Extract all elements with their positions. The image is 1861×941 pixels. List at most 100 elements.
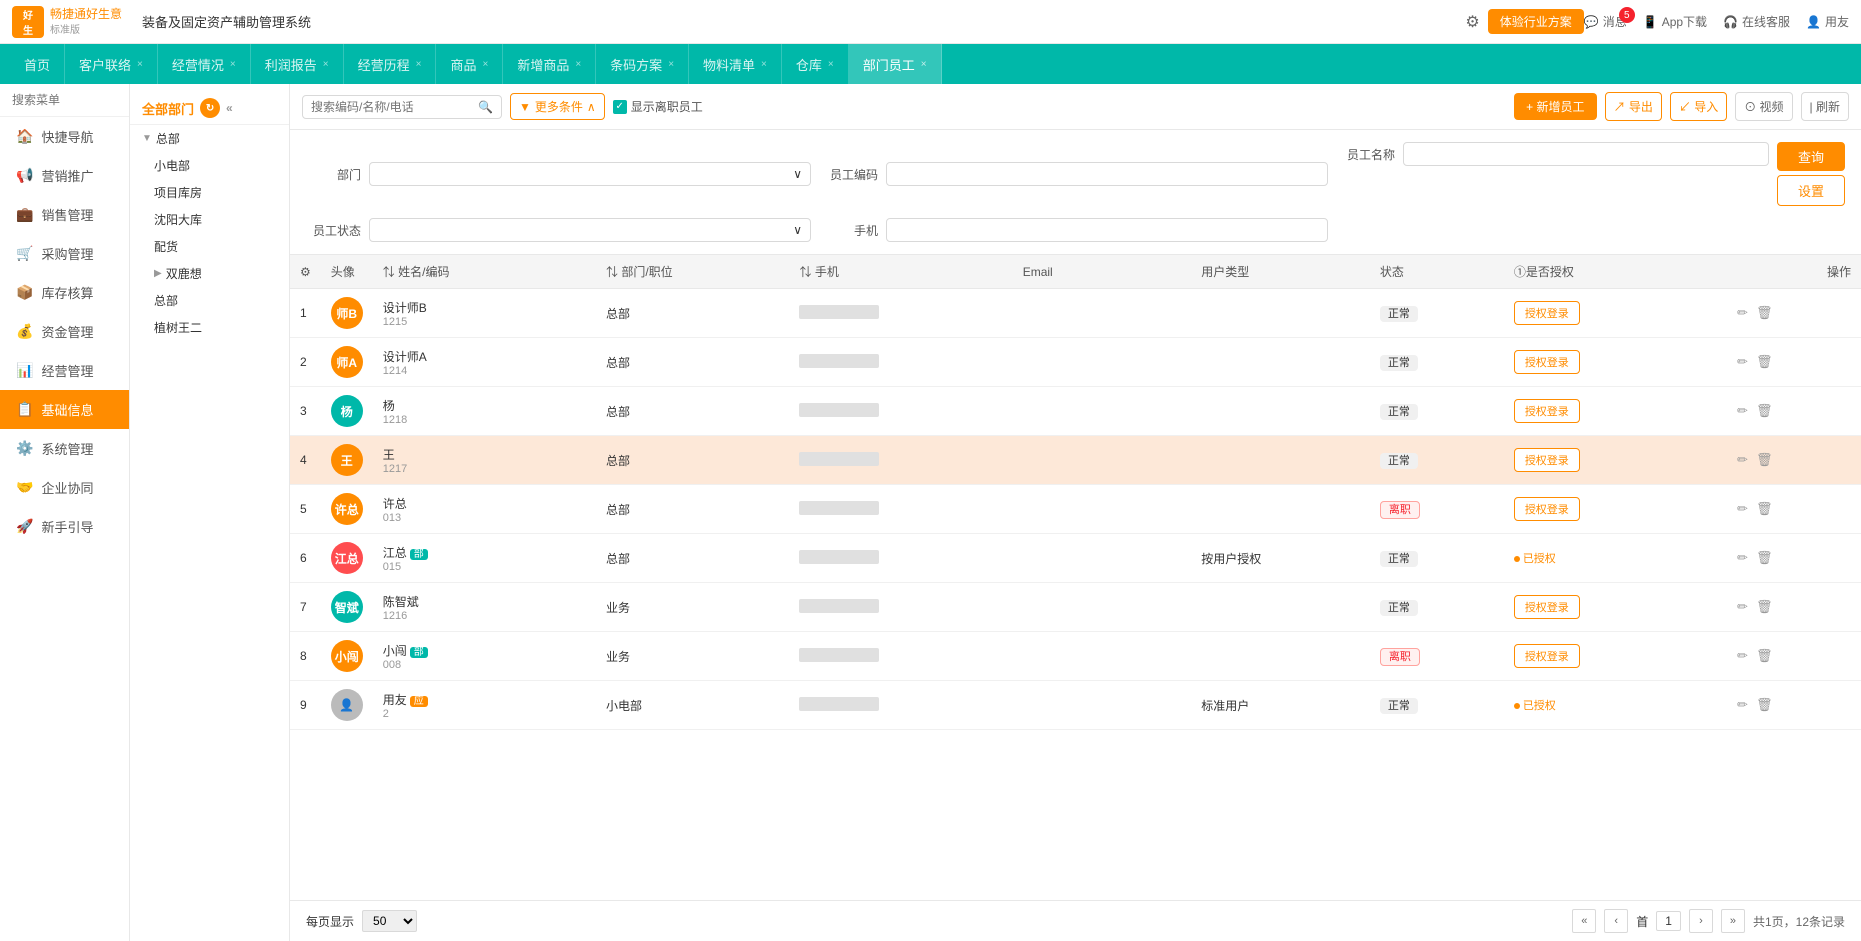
col-auth[interactable]: 授权登录 — [1504, 632, 1727, 681]
delete-icon[interactable]: 🗑 — [1756, 452, 1773, 468]
user-action[interactable]: 👤 用友 — [1806, 13, 1849, 30]
dept-node-hq[interactable]: 总部 — [130, 287, 289, 314]
close-icon[interactable]: × — [323, 59, 329, 70]
close-icon[interactable]: × — [482, 59, 488, 70]
col-auth[interactable]: 授权登录 — [1504, 387, 1727, 436]
edit-icon[interactable]: ✏ — [1737, 452, 1748, 468]
search-field[interactable]: 🔍 — [302, 95, 502, 119]
sidebar-item-system[interactable]: ⚙️ 系统管理 — [0, 429, 129, 468]
sidebar-item-purchase[interactable]: 🛒 采购管理 — [0, 234, 129, 273]
edit-icon[interactable]: ✏ — [1737, 354, 1748, 370]
close-icon[interactable]: × — [828, 59, 834, 70]
tab-goods[interactable]: 商品 × — [436, 44, 503, 84]
auth-button[interactable]: 授权登录 — [1514, 301, 1580, 325]
edit-icon[interactable]: ✏ — [1737, 648, 1748, 664]
dept-node-project[interactable]: 项目库房 — [130, 179, 289, 206]
dept-node-distribution[interactable]: 配货 — [130, 233, 289, 260]
sidebar-item-sales[interactable]: 💼 销售管理 — [0, 195, 129, 234]
dept-collapse-button[interactable]: « — [226, 101, 233, 115]
close-icon[interactable]: × — [416, 59, 422, 70]
page-next-button[interactable]: › — [1689, 909, 1713, 933]
tab-employees[interactable]: 部门员工 × — [849, 44, 942, 84]
delete-icon[interactable]: 🗑 — [1756, 599, 1773, 615]
dept-node-shuanglu[interactable]: ▶双鹿想 — [130, 260, 289, 287]
close-icon[interactable]: × — [921, 59, 927, 70]
search-input[interactable] — [311, 100, 474, 114]
trial-button[interactable]: 体验行业方案 — [1488, 9, 1584, 34]
col-name-header[interactable]: ⇅ 姓名/编码 — [373, 255, 596, 289]
dept-node-small-elec[interactable]: 小电部 — [130, 152, 289, 179]
delete-icon[interactable]: 🗑 — [1756, 501, 1773, 517]
delete-icon[interactable]: 🗑 — [1756, 648, 1773, 664]
query-button[interactable]: 查询 — [1777, 142, 1845, 171]
online-service-action[interactable]: 🎧 在线客服 — [1723, 13, 1790, 30]
edit-icon[interactable]: ✏ — [1737, 697, 1748, 713]
edit-icon[interactable]: ✏ — [1737, 599, 1748, 615]
emp-code-input[interactable] — [886, 162, 1328, 186]
dept-node-shenyang[interactable]: 沈阳大库 — [130, 206, 289, 233]
message-action[interactable]: 💬 消息 5 — [1584, 13, 1627, 30]
col-auth[interactable]: 授权登录 — [1504, 583, 1727, 632]
edit-icon[interactable]: ✏ — [1737, 501, 1748, 517]
col-auth[interactable]: 授权登录 — [1504, 338, 1727, 387]
col-auth[interactable]: 授权登录 — [1504, 436, 1727, 485]
tab-profit[interactable]: 利润报告 × — [251, 44, 344, 84]
delete-icon[interactable]: 🗑 — [1756, 354, 1773, 370]
print-button[interactable]: | 刷新 — [1801, 92, 1849, 121]
tab-home[interactable]: 首页 — [10, 44, 65, 84]
dept-refresh-button[interactable]: ↻ — [200, 98, 220, 118]
edit-icon[interactable]: ✏ — [1737, 305, 1748, 321]
dept-node-headquarter-root[interactable]: ▼总部 — [130, 125, 289, 152]
page-last-button[interactable]: » — [1721, 909, 1745, 933]
col-auth[interactable]: 授权登录 — [1504, 289, 1727, 338]
tab-barcode[interactable]: 条码方案 × — [596, 44, 689, 84]
import-button[interactable]: ↙ 导入 — [1670, 92, 1727, 121]
close-icon[interactable]: × — [137, 59, 143, 70]
sidebar-item-finance[interactable]: 💰 资金管理 — [0, 312, 129, 351]
col-auth[interactable]: 授权登录 — [1504, 485, 1727, 534]
close-icon[interactable]: × — [230, 59, 236, 70]
auth-button[interactable]: 授权登录 — [1514, 595, 1580, 619]
edit-icon[interactable]: ✏ — [1737, 403, 1748, 419]
emp-status-select[interactable]: ∨ — [369, 218, 811, 242]
gear-button[interactable]: ⚙ — [1465, 12, 1479, 32]
tab-history[interactable]: 经营历程 × — [344, 44, 437, 84]
set-button[interactable]: 设置 — [1777, 175, 1845, 206]
delete-icon[interactable]: 🗑 — [1756, 550, 1773, 566]
delete-icon[interactable]: 🗑 — [1756, 403, 1773, 419]
show-resigned-toggle[interactable]: ✓ 显示离职员工 — [613, 98, 703, 115]
page-first-button[interactable]: « — [1572, 909, 1596, 933]
close-icon[interactable]: × — [761, 59, 767, 70]
sidebar-item-inventory[interactable]: 📦 库存核算 — [0, 273, 129, 312]
sidebar-item-guide[interactable]: 🚀 新手引导 — [0, 507, 129, 546]
tab-operation[interactable]: 经营情况 × — [158, 44, 251, 84]
col-settings[interactable]: ⚙ — [290, 255, 321, 289]
emp-name-input[interactable] — [1403, 142, 1769, 166]
app-download-action[interactable]: 📱 App下载 — [1643, 13, 1707, 30]
delete-icon[interactable]: 🗑 — [1756, 697, 1773, 713]
auth-button[interactable]: 授权登录 — [1514, 497, 1580, 521]
dept-select[interactable]: ∨ — [369, 162, 811, 186]
auth-button[interactable]: 授权登录 — [1514, 350, 1580, 374]
sidebar-item-quicknav[interactable]: 🏠 快捷导航 — [0, 117, 129, 156]
auth-button[interactable]: 授权登录 — [1514, 448, 1580, 472]
sidebar-item-manage[interactable]: 📊 经营管理 — [0, 351, 129, 390]
delete-icon[interactable]: 🗑 — [1756, 305, 1773, 321]
close-icon[interactable]: × — [668, 59, 674, 70]
col-dept-header[interactable]: ⇅ 部门/职位 — [596, 255, 790, 289]
auth-button[interactable]: 授权登录 — [1514, 399, 1580, 423]
close-icon[interactable]: × — [575, 59, 581, 70]
add-employee-button[interactable]: + 新增员工 — [1514, 93, 1596, 120]
tab-customer[interactable]: 客户联络 × — [65, 44, 158, 84]
tab-bom[interactable]: 物料清单 × — [689, 44, 782, 84]
dept-node-plant[interactable]: 植树王二 — [130, 314, 289, 341]
tab-warehouse[interactable]: 仓库 × — [782, 44, 849, 84]
sidebar-item-collab[interactable]: 🤝 企业协同 — [0, 468, 129, 507]
phone-input[interactable] — [886, 218, 1328, 242]
view-button[interactable]: ⊙ 视频 — [1735, 92, 1792, 121]
export-button[interactable]: ↗ 导出 — [1605, 92, 1662, 121]
sidebar-item-basic[interactable]: 📋 基础信息 — [0, 390, 129, 429]
sidebar-item-marketing[interactable]: 📢 营销推广 — [0, 156, 129, 195]
col-phone-header[interactable]: ⇅ 手机 — [789, 255, 1012, 289]
edit-icon[interactable]: ✏ — [1737, 550, 1748, 566]
